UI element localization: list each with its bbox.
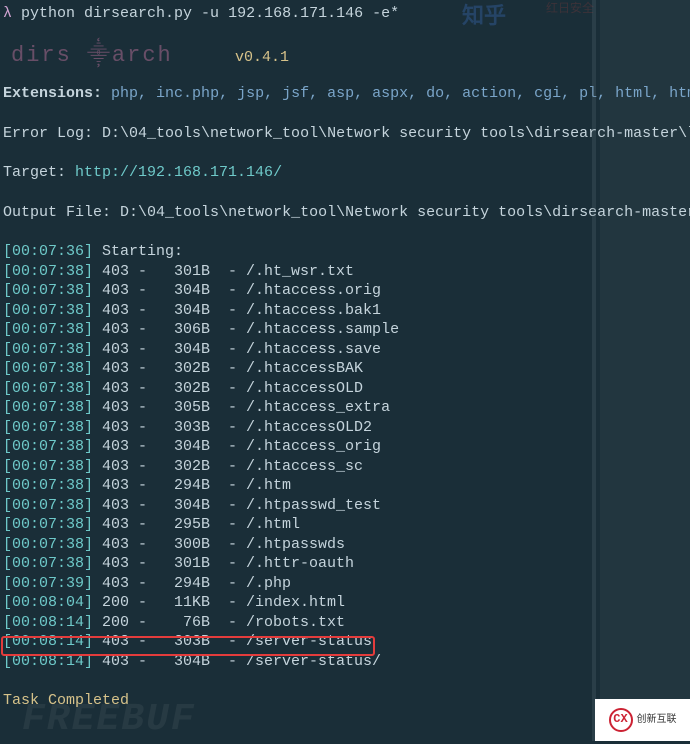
row-content: 403 - 303B - /.htaccessOLD2 bbox=[93, 419, 372, 436]
row-content: 403 - 304B - /.htaccess_orig bbox=[93, 438, 381, 455]
start-timestamp: [00:07:36] bbox=[3, 243, 93, 260]
terminal-output: λ python dirsearch.py -u 192.168.171.146… bbox=[3, 4, 687, 711]
logo-text: 创新互联 bbox=[637, 714, 677, 727]
row-content: 403 - 304B - /server-status/ bbox=[93, 653, 381, 670]
row-timestamp: [00:08:04] bbox=[3, 594, 93, 611]
row-content: 403 - 294B - /.htm bbox=[93, 477, 291, 494]
result-row: [00:07:38] 403 - 301B - /.ht_wsr.txt bbox=[3, 262, 687, 282]
result-row: [00:07:38] 403 - 303B - /.htaccessOLD2 bbox=[3, 418, 687, 438]
prompt-symbol: λ bbox=[3, 5, 12, 22]
result-row: [00:07:38] 403 - 306B - /.htaccess.sampl… bbox=[3, 320, 687, 340]
row-timestamp: [00:07:38] bbox=[3, 302, 93, 319]
command-line[interactable]: λ python dirsearch.py -u 192.168.171.146… bbox=[3, 4, 687, 24]
result-row: [00:07:38] 403 - 304B - /.htaccess.bak1 bbox=[3, 301, 687, 321]
banner-art: dirs ⸎arch bbox=[3, 24, 687, 79]
result-row: [00:07:38] 403 - 294B - /.htm bbox=[3, 476, 687, 496]
row-timestamp: [00:07:38] bbox=[3, 438, 93, 455]
row-content: 403 - 301B - /.httr-oauth bbox=[93, 555, 354, 572]
result-row: [00:08:14] 403 - 304B - /server-status/ bbox=[3, 652, 687, 672]
row-content: 403 - 302B - /.htaccess_sc bbox=[93, 458, 363, 475]
row-timestamp: [00:08:14] bbox=[3, 653, 93, 670]
result-row: [00:07:38] 403 - 301B - /.httr-oauth bbox=[3, 554, 687, 574]
row-content: 403 - 305B - /.htaccess_extra bbox=[93, 399, 390, 416]
row-content: 200 - 76B - /robots.txt bbox=[93, 614, 345, 631]
row-timestamp: [00:07:38] bbox=[3, 516, 93, 533]
version-label: v0.4.1 bbox=[235, 48, 289, 68]
row-timestamp: [00:07:38] bbox=[3, 477, 93, 494]
row-content: 403 - 302B - /.htaccessBAK bbox=[93, 360, 363, 377]
row-timestamp: [00:07:38] bbox=[3, 458, 93, 475]
output-file-line: Output File: D:\04_tools\network_tool\Ne… bbox=[3, 203, 687, 223]
row-timestamp: [00:07:38] bbox=[3, 341, 93, 358]
extensions-label: Extensions: bbox=[3, 85, 102, 102]
row-content: 403 - 301B - /.ht_wsr.txt bbox=[93, 263, 354, 280]
starting-line: [00:07:36] Starting: bbox=[3, 242, 687, 262]
row-content: 403 - 304B - /.htaccess.bak1 bbox=[93, 302, 381, 319]
extensions-values: php, inc.php, jsp, jsf, asp, aspx, do, a… bbox=[111, 85, 690, 102]
result-row: [00:07:39] 403 - 294B - /.php bbox=[3, 574, 687, 594]
result-row: [00:07:38] 403 - 300B - /.htpasswds bbox=[3, 535, 687, 555]
result-row: [00:07:38] 403 - 295B - /.html bbox=[3, 515, 687, 535]
row-content: 403 - 300B - /.htpasswds bbox=[93, 536, 345, 553]
result-row: [00:07:38] 403 - 302B - /.htaccessOLD bbox=[3, 379, 687, 399]
row-timestamp: [00:07:38] bbox=[3, 419, 93, 436]
row-content: 403 - 304B - /.htaccess.save bbox=[93, 341, 381, 358]
row-content: 403 - 294B - /.php bbox=[93, 575, 291, 592]
row-timestamp: [00:07:38] bbox=[3, 321, 93, 338]
row-timestamp: [00:07:38] bbox=[3, 380, 93, 397]
error-log-line: Error Log: D:\04_tools\network_tool\Netw… bbox=[3, 124, 687, 144]
row-timestamp: [00:07:39] bbox=[3, 575, 93, 592]
row-timestamp: [00:07:38] bbox=[3, 282, 93, 299]
row-timestamp: [00:08:14] bbox=[3, 633, 93, 650]
corner-logo: CX 创新互联 bbox=[595, 699, 690, 741]
command-text: python dirsearch.py -u 192.168.171.146 -… bbox=[21, 5, 399, 22]
row-content: 403 - 302B - /.htaccessOLD bbox=[93, 380, 363, 397]
target-label: Target: bbox=[3, 164, 66, 181]
row-timestamp: [00:07:38] bbox=[3, 536, 93, 553]
extensions-line: Extensions: php, inc.php, jsp, jsf, asp,… bbox=[3, 84, 687, 104]
row-timestamp: [00:07:38] bbox=[3, 399, 93, 416]
error-log-path: D:\04_tools\network_tool\Network securit… bbox=[102, 125, 690, 142]
row-content: 403 - 304B - /.htaccess.orig bbox=[93, 282, 381, 299]
row-timestamp: [00:07:38] bbox=[3, 360, 93, 377]
result-row: [00:07:38] 403 - 302B - /.htaccess_sc bbox=[3, 457, 687, 477]
target-url: http://192.168.171.146/ bbox=[75, 164, 282, 181]
result-row: [00:07:38] 403 - 305B - /.htaccess_extra bbox=[3, 398, 687, 418]
output-file-label: Output File: bbox=[3, 204, 111, 221]
row-timestamp: [00:08:14] bbox=[3, 614, 93, 631]
row-timestamp: [00:07:38] bbox=[3, 263, 93, 280]
error-log-label: Error Log: bbox=[3, 125, 93, 142]
result-row: [00:07:38] 403 - 304B - /.htpasswd_test bbox=[3, 496, 687, 516]
starting-text: Starting: bbox=[102, 243, 183, 260]
row-content: 200 - 11KB - /index.html bbox=[93, 594, 345, 611]
row-content: 403 - 306B - /.htaccess.sample bbox=[93, 321, 399, 338]
scrollbar[interactable] bbox=[592, 0, 596, 741]
target-line: Target: http://192.168.171.146/ bbox=[3, 163, 687, 183]
result-row: [00:07:38] 403 - 304B - /.htaccess.orig bbox=[3, 281, 687, 301]
result-row: [00:08:04] 200 - 11KB - /index.html bbox=[3, 593, 687, 613]
row-timestamp: [00:07:38] bbox=[3, 555, 93, 572]
row-timestamp: [00:07:38] bbox=[3, 497, 93, 514]
scan-results: [00:07:36] Starting: [00:07:38] 403 - 30… bbox=[3, 242, 687, 671]
row-content: 403 - 295B - /.html bbox=[93, 516, 300, 533]
row-content: 403 - 304B - /.htpasswd_test bbox=[93, 497, 381, 514]
result-row: [00:07:38] 403 - 304B - /.htaccess_orig bbox=[3, 437, 687, 457]
output-file-path: D:\04_tools\network_tool\Network securit… bbox=[120, 204, 690, 221]
result-row: [00:07:38] 403 - 304B - /.htaccess.save bbox=[3, 340, 687, 360]
row-content: 403 - 303B - /server-status bbox=[93, 633, 372, 650]
result-row: [00:07:38] 403 - 302B - /.htaccessBAK bbox=[3, 359, 687, 379]
result-row: [00:08:14] 200 - 76B - /robots.txt bbox=[3, 613, 687, 633]
result-row: [00:08:14] 403 - 303B - /server-status bbox=[3, 632, 687, 652]
task-completed: Task Completed bbox=[3, 691, 687, 711]
logo-icon: CX bbox=[609, 708, 633, 732]
